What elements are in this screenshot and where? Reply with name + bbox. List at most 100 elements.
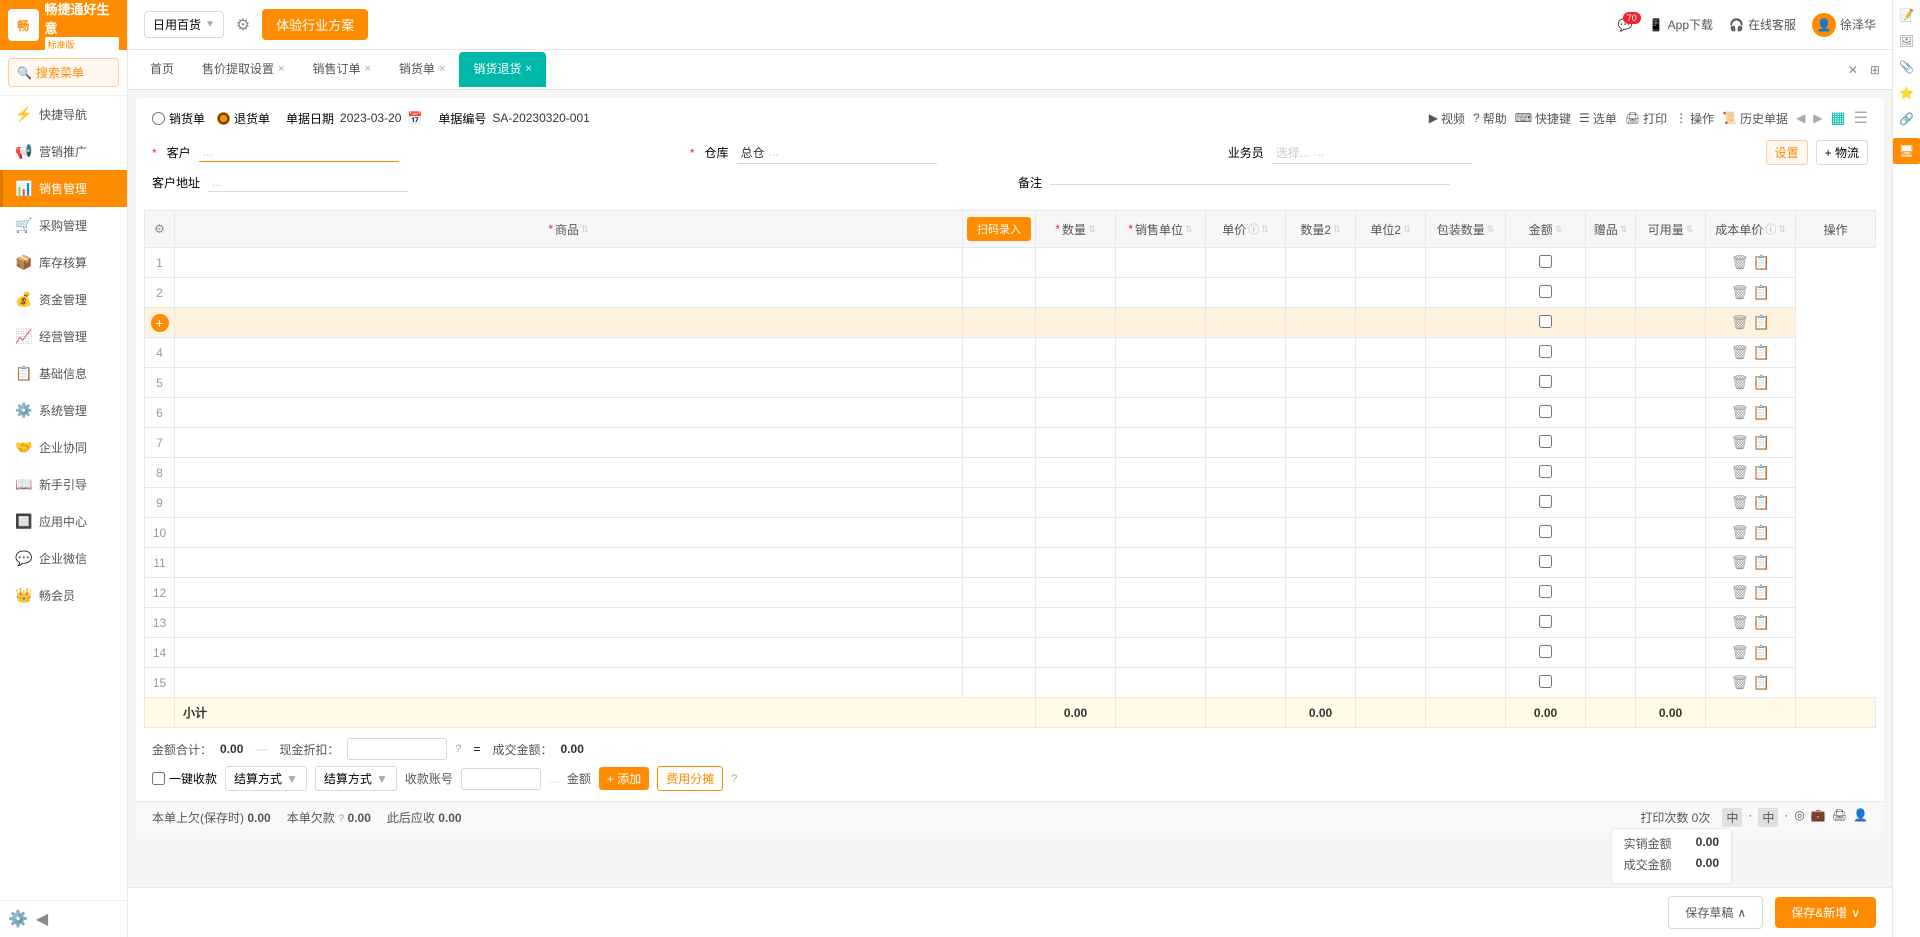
copy-row-btn[interactable]: 📋 (1753, 644, 1770, 661)
app-download[interactable]: 📱 App下载 (1649, 16, 1713, 33)
delete-row-btn[interactable]: 🗑 (1731, 614, 1749, 631)
discount-input[interactable] (347, 738, 447, 760)
amount-cell[interactable] (1426, 668, 1506, 698)
gift-check-cell[interactable] (1506, 668, 1586, 698)
ime-en-icon[interactable]: 中 (1758, 808, 1778, 827)
gift-checkbox[interactable] (1539, 405, 1552, 418)
cost-price-cell[interactable] (1636, 668, 1706, 698)
copy-row-btn[interactable]: 📋 (1753, 374, 1770, 391)
qty-cell[interactable] (963, 278, 1036, 308)
qty2-cell[interactable] (1206, 518, 1286, 548)
sidebar-item-marketing[interactable]: 📢 营销推广 (0, 133, 127, 170)
available-cell[interactable] (1586, 398, 1636, 428)
unit2-cell[interactable] (1286, 398, 1356, 428)
person-icon[interactable]: 👤 (1853, 808, 1868, 827)
qty-cell[interactable] (963, 428, 1036, 458)
unit2-cell[interactable] (1286, 518, 1356, 548)
delete-row-btn[interactable]: 🗑 (1731, 314, 1749, 331)
qty2-cell[interactable] (1206, 548, 1286, 578)
available-cell[interactable] (1586, 308, 1636, 338)
available-cell[interactable] (1586, 338, 1636, 368)
gift-check-cell[interactable] (1506, 248, 1586, 278)
gift-check-cell[interactable] (1506, 398, 1586, 428)
sidebar-item-sales[interactable]: 📊 销售管理 (0, 170, 127, 207)
sidebar-item-wechat[interactable]: 💬 企业微信 (0, 540, 127, 577)
pack-qty-cell[interactable] (1356, 368, 1426, 398)
unit-price-cell[interactable] (1116, 488, 1206, 518)
sales-unit-cell[interactable] (1036, 608, 1116, 638)
tab-home[interactable]: 首页 (136, 52, 188, 87)
available-cell[interactable] (1586, 428, 1636, 458)
gift-checkbox[interactable] (1539, 645, 1552, 658)
unit2-sort-icon[interactable]: ⇅ (1403, 224, 1411, 235)
copy-row-btn[interactable]: 📋 (1753, 614, 1770, 631)
help-btn[interactable]: ? 帮助 (1473, 110, 1507, 127)
add-payment-btn[interactable]: + 添加 (599, 767, 649, 790)
copy-row-btn[interactable]: 📋 (1753, 554, 1770, 571)
sales-unit-cell[interactable] (1036, 518, 1116, 548)
delete-row-btn[interactable]: 🗑 (1731, 254, 1749, 271)
sidebar-item-inventory[interactable]: 📦 库存核算 (0, 244, 127, 281)
qty2-cell[interactable] (1206, 308, 1286, 338)
sidebar-item-system[interactable]: ⚙️ 系统管理 (0, 392, 127, 429)
cost-sort-icon[interactable]: ⇅ (1778, 224, 1786, 235)
unit-price-cell[interactable] (1116, 518, 1206, 548)
amount-cell[interactable] (1426, 398, 1506, 428)
pack-qty-cell[interactable] (1356, 638, 1426, 668)
sales-unit-cell[interactable] (1036, 548, 1116, 578)
unit2-cell[interactable] (1286, 488, 1356, 518)
unit-price-cell[interactable] (1116, 428, 1206, 458)
copy-row-btn[interactable]: 📋 (1753, 284, 1770, 301)
gift-checkbox[interactable] (1539, 435, 1552, 448)
sidebar-collapse-icon[interactable]: ◀ (36, 909, 48, 929)
gift-checkbox[interactable] (1539, 465, 1552, 478)
available-cell[interactable] (1586, 278, 1636, 308)
sales-unit-cell[interactable] (1036, 578, 1116, 608)
right-image-btn[interactable]: 🖼 (1899, 34, 1914, 48)
gift-checkbox[interactable] (1539, 525, 1552, 538)
amount-cell[interactable] (1426, 608, 1506, 638)
cost-info-icon[interactable]: ⓘ (1765, 221, 1776, 237)
discount-info-icon[interactable]: ? (455, 743, 461, 755)
gift-check-cell[interactable] (1506, 278, 1586, 308)
unit2-cell[interactable] (1286, 458, 1356, 488)
sales-unit-cell[interactable] (1036, 488, 1116, 518)
copy-row-btn[interactable]: 📋 (1753, 584, 1770, 601)
remark-input[interactable] (1050, 180, 1450, 185)
view-grid-icon[interactable]: ▦ (1831, 108, 1846, 128)
nav-select[interactable]: 日用百货 ▼ (144, 11, 224, 38)
tab-sales-delivery-close[interactable]: × (439, 63, 445, 75)
sidebar-item-purchase[interactable]: 🛒 采购管理 (0, 207, 127, 244)
right-attach-btn[interactable]: 📎 (1899, 60, 1914, 74)
sales-unit-cell[interactable] (1036, 278, 1116, 308)
delete-row-btn[interactable]: 🗑 (1731, 434, 1749, 451)
amount-cell[interactable] (1426, 368, 1506, 398)
qty2-cell[interactable] (1206, 428, 1286, 458)
unit-price-cell[interactable] (1116, 548, 1206, 578)
amount-cell[interactable] (1426, 248, 1506, 278)
delete-row-btn[interactable]: 🗑 (1731, 494, 1749, 511)
available-cell[interactable] (1586, 608, 1636, 638)
tab-sales-delivery[interactable]: 销货单 × (385, 52, 459, 87)
radio-sales-return[interactable]: 退货单 (217, 110, 270, 127)
qty2-cell[interactable] (1206, 278, 1286, 308)
unit-price-cell[interactable] (1116, 308, 1206, 338)
tab-sales-order-close[interactable]: × (364, 63, 370, 75)
available-cell[interactable] (1586, 368, 1636, 398)
available-cell[interactable] (1586, 638, 1636, 668)
pinyin-icon[interactable]: · (1784, 808, 1788, 827)
price-sort-icon[interactable]: ⇅ (1261, 224, 1269, 235)
gift-checkbox[interactable] (1539, 495, 1552, 508)
pack-qty-cell[interactable] (1356, 308, 1426, 338)
amount-sort-icon[interactable]: ⇅ (1555, 224, 1563, 235)
online-service[interactable]: 🎧 在线客服 (1729, 16, 1796, 33)
available-cell[interactable] (1586, 578, 1636, 608)
qty-cell[interactable] (963, 248, 1036, 278)
pack-qty-cell[interactable] (1356, 608, 1426, 638)
unit-price-cell[interactable] (1116, 368, 1206, 398)
gift-check-cell[interactable] (1506, 308, 1586, 338)
search-menu-button[interactable]: 🔍 搜索菜单 (8, 58, 119, 87)
cost-price-cell[interactable] (1636, 338, 1706, 368)
copy-row-btn[interactable]: 📋 (1753, 404, 1770, 421)
cost-price-cell[interactable] (1636, 278, 1706, 308)
